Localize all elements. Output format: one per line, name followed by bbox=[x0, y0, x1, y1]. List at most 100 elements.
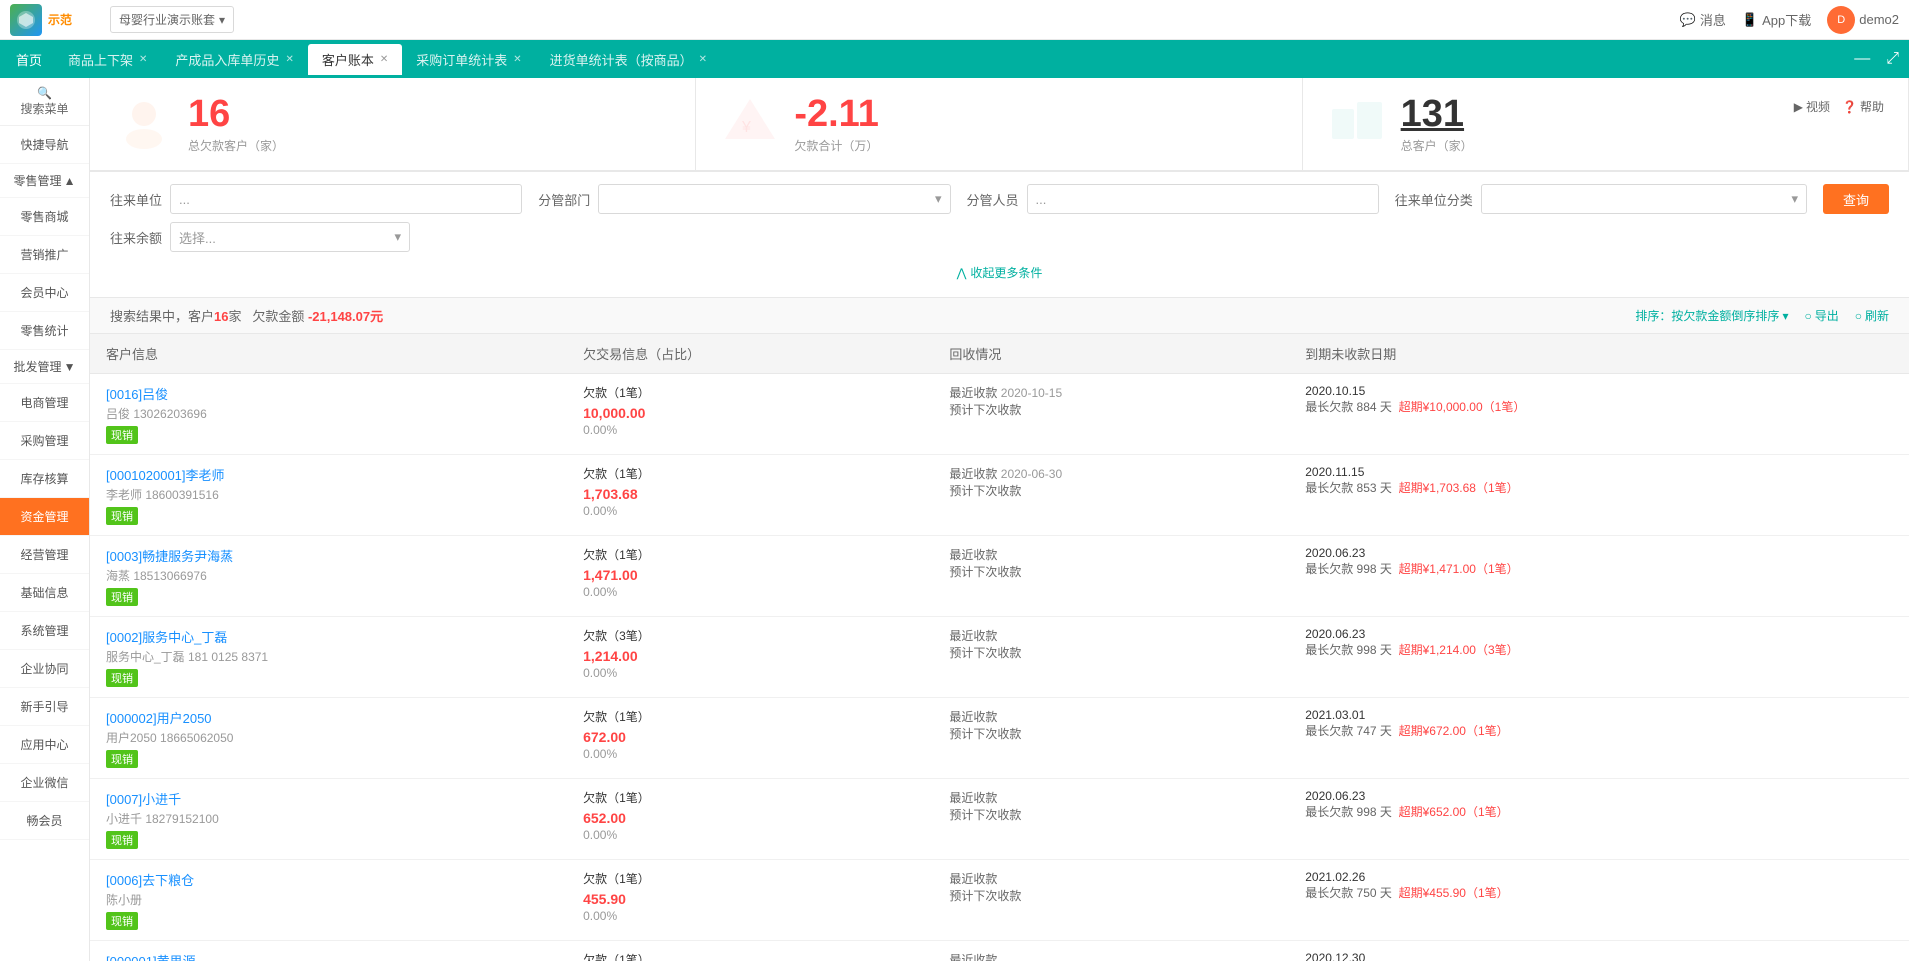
due-date: 2020.12.30 bbox=[1305, 951, 1893, 961]
overdue-days: 最长欠款 747 天 超期¥672.00（1笔） bbox=[1305, 722, 1893, 739]
svg-text:¥: ¥ bbox=[741, 119, 751, 136]
customer-name-link[interactable]: [0007]小进千 bbox=[106, 789, 551, 808]
owe-info-cell: 欠款（1笔） 429.00 0.00% bbox=[567, 941, 933, 961]
filter-unit-type-select[interactable]: ▾ bbox=[1481, 184, 1807, 214]
customer-name-link[interactable]: [0003]畅捷服务尹海蒸 bbox=[106, 546, 551, 565]
filter-dept-select[interactable]: ▾ bbox=[598, 184, 950, 214]
owe-info-cell: 欠款（1笔） 10,000.00 0.00% bbox=[567, 374, 933, 455]
table-wrapper: 客户信息 欠交易信息（占比） 回收情况 到期未收款日期 [0016]吕俊 吕俊 … bbox=[90, 334, 1909, 961]
sidebar-item-system[interactable]: 系统管理 bbox=[0, 612, 89, 650]
tab-home[interactable]: 首页 bbox=[4, 44, 54, 75]
filter-dept: 分管部门 ▾ bbox=[538, 184, 950, 214]
collapse-filter-btn[interactable]: ⋀ 收起更多条件 bbox=[114, 264, 1885, 281]
tab-inbound-stats[interactable]: 进货单统计表（按商品） ✕ bbox=[536, 44, 721, 75]
sidebar-item-enterprise-wechat[interactable]: 企业微信 bbox=[0, 764, 89, 802]
tab-purchase-order-close[interactable]: ✕ bbox=[513, 54, 521, 65]
sidebar-item-member[interactable]: 会员中心 bbox=[0, 274, 89, 312]
results-info: 搜索结果中，客户16家 欠款金额 -21,148.07元 bbox=[110, 306, 383, 325]
customer-name-link[interactable]: [0006]去下粮仓 bbox=[106, 870, 551, 889]
sort-select[interactable]: 排序：按欠款金额倒序排序 ▾ bbox=[1635, 307, 1788, 324]
owe-count: 欠款（1笔） bbox=[583, 870, 917, 887]
tab-inbound-stats-close[interactable]: ✕ bbox=[699, 54, 707, 65]
stat-label-owe-customers: 总欠款客户（家） bbox=[188, 137, 284, 154]
sidebar-item-marketing[interactable]: 营销推广 bbox=[0, 236, 89, 274]
tab-purchase-order[interactable]: 采购订单统计表 ✕ bbox=[402, 44, 535, 75]
customer-name-link[interactable]: [000002]用户2050 bbox=[106, 708, 551, 727]
sidebar-search[interactable]: 🔍 搜索菜单 bbox=[0, 78, 89, 126]
help-btn[interactable]: ❓ 帮助 bbox=[1842, 98, 1884, 115]
sidebar-item-finance[interactable]: 资金管理 bbox=[0, 498, 89, 536]
industry-selector[interactable]: 母婴行业演示账套 ▾ bbox=[110, 6, 234, 33]
sidebar-item-basic-info[interactable]: 基础信息 bbox=[0, 574, 89, 612]
export-btn[interactable]: ○ 导出 bbox=[1804, 307, 1838, 324]
overdue-amount-link[interactable]: 超期¥455.90（1笔） bbox=[1399, 886, 1509, 900]
overdue-amount-link[interactable]: 超期¥1,471.00（1笔） bbox=[1399, 562, 1519, 576]
message-btn[interactable]: 💬 消息 bbox=[1680, 10, 1726, 29]
customer-info-cell: [0016]吕俊 吕俊 13026203696 现销 bbox=[90, 374, 567, 455]
owe-percent: 0.00% bbox=[583, 747, 917, 761]
tab-products[interactable]: 商品上下架 ✕ bbox=[54, 44, 161, 75]
table-row: [0001020001]李老师 李老师 18600391516 现销 欠款（1笔… bbox=[90, 455, 1909, 536]
customer-name-link[interactable]: [0001020001]李老师 bbox=[106, 465, 551, 484]
search-button[interactable]: 查询 bbox=[1823, 184, 1889, 214]
th-owe-info: 欠交易信息（占比） bbox=[567, 334, 933, 374]
table-header-row: 客户信息 欠交易信息（占比） 回收情况 到期未收款日期 bbox=[90, 334, 1909, 374]
overdue-amount-link[interactable]: 超期¥672.00（1笔） bbox=[1399, 724, 1509, 738]
tab-production-close[interactable]: ✕ bbox=[285, 54, 293, 65]
overdue-amount-link[interactable]: 超期¥1,214.00（3笔） bbox=[1399, 643, 1519, 657]
owe-percent: 0.00% bbox=[583, 423, 917, 437]
tab-customer-account-close[interactable]: ✕ bbox=[380, 54, 388, 65]
filter-unit-type-label: 往来单位分类 bbox=[1395, 190, 1473, 209]
tab-production[interactable]: 产成品入库单历史 ✕ bbox=[161, 44, 307, 75]
username: demo2 bbox=[1859, 12, 1899, 27]
sidebar-item-purchase[interactable]: 采购管理 bbox=[0, 422, 89, 460]
filter-unit: 往来单位 ... bbox=[110, 184, 522, 214]
sidebar-item-quick-nav[interactable]: 快捷导航 bbox=[0, 126, 89, 164]
sidebar-item-batch-mgmt[interactable]: 批发管理 ▼ bbox=[0, 350, 89, 384]
owe-info-cell: 欠款（1笔） 455.90 0.00% bbox=[567, 860, 933, 941]
filter-person-input[interactable]: ... bbox=[1027, 184, 1379, 214]
refresh-btn[interactable]: ○ 刷新 bbox=[1855, 307, 1889, 324]
user-menu[interactable]: D demo2 bbox=[1827, 6, 1899, 34]
sidebar-item-new-guide[interactable]: 新手引导 bbox=[0, 688, 89, 726]
sidebar-item-operations[interactable]: 经营管理 bbox=[0, 536, 89, 574]
overdue-amount-link[interactable]: 超期¥652.00（1笔） bbox=[1399, 805, 1509, 819]
results-bar: 搜索结果中，客户16家 欠款金额 -21,148.07元 排序：按欠款金额倒序排… bbox=[90, 298, 1909, 334]
customer-name-link[interactable]: [0016]吕俊 bbox=[106, 384, 551, 403]
sidebar-item-retail-stats[interactable]: 零售统计 bbox=[0, 312, 89, 350]
nav-tabs-bar: 首页 商品上下架 ✕ 产成品入库单历史 ✕ 客户账本 ✕ 采购订单统计表 ✕ 进… bbox=[0, 40, 1909, 78]
table-row: [0003]畅捷服务尹海蒸 海蒸 18513066976 现销 欠款（1笔） 1… bbox=[90, 536, 1909, 617]
customer-sub-info: 小进千 18279152100 bbox=[106, 810, 551, 827]
help-icon: ❓ bbox=[1842, 100, 1857, 114]
sidebar-item-app-center[interactable]: 应用中心 bbox=[0, 726, 89, 764]
tab-collapse-btn[interactable]: — bbox=[1848, 48, 1876, 70]
customer-name-link[interactable]: [0002]服务中心_丁磊 bbox=[106, 627, 551, 646]
tab-customer-account[interactable]: 客户账本 ✕ bbox=[308, 44, 402, 75]
filter-dept-label: 分管部门 bbox=[538, 190, 590, 209]
customer-tag: 现销 bbox=[106, 507, 138, 525]
nav-tab-actions: — ⤢ bbox=[1848, 48, 1905, 70]
tab-products-close[interactable]: ✕ bbox=[139, 54, 147, 65]
app-download-btn[interactable]: 📱 App下载 bbox=[1742, 10, 1811, 29]
sidebar-item-retail-mgmt[interactable]: 零售管理 ▲ bbox=[0, 164, 89, 198]
overdue-amount-link[interactable]: 超期¥1,703.68（1笔） bbox=[1399, 481, 1519, 495]
overdue-amount-link[interactable]: 超期¥10,000.00（1笔） bbox=[1399, 400, 1526, 414]
sidebar-item-member-plan[interactable]: 畅会员 bbox=[0, 802, 89, 840]
last-collect: 最近收款 2020-06-30 bbox=[949, 465, 1273, 482]
th-collection: 回收情况 bbox=[933, 334, 1289, 374]
customer-info-cell: [0003]畅捷服务尹海蒸 海蒸 18513066976 现销 bbox=[90, 536, 567, 617]
sidebar-item-inventory[interactable]: 库存核算 bbox=[0, 460, 89, 498]
filter-unit-input[interactable]: ... bbox=[170, 184, 522, 214]
message-label: 消息 bbox=[1700, 10, 1726, 29]
sidebar-item-enterprise-collab[interactable]: 企业协同 bbox=[0, 650, 89, 688]
overdue-days: 最长欠款 998 天 超期¥1,214.00（3笔） bbox=[1305, 641, 1893, 658]
filter-balance-select[interactable]: 选择... ▾ bbox=[170, 222, 410, 252]
customer-tag: 现销 bbox=[106, 912, 138, 930]
video-btn[interactable]: ▶ 视频 bbox=[1794, 98, 1830, 115]
customer-name-link[interactable]: [000001]黄思源 bbox=[106, 951, 551, 961]
sidebar-item-ecommerce[interactable]: 电商管理 bbox=[0, 384, 89, 422]
due-date-cell: 2020.06.23 最长欠款 998 天 超期¥1,214.00（3笔） bbox=[1289, 617, 1909, 698]
tab-expand-btn[interactable]: ⤢ bbox=[1880, 48, 1905, 70]
customer-sub-info: 服务中心_丁磊 181 0125 8371 bbox=[106, 648, 551, 665]
sidebar-item-retail-store[interactable]: 零售商城 bbox=[0, 198, 89, 236]
